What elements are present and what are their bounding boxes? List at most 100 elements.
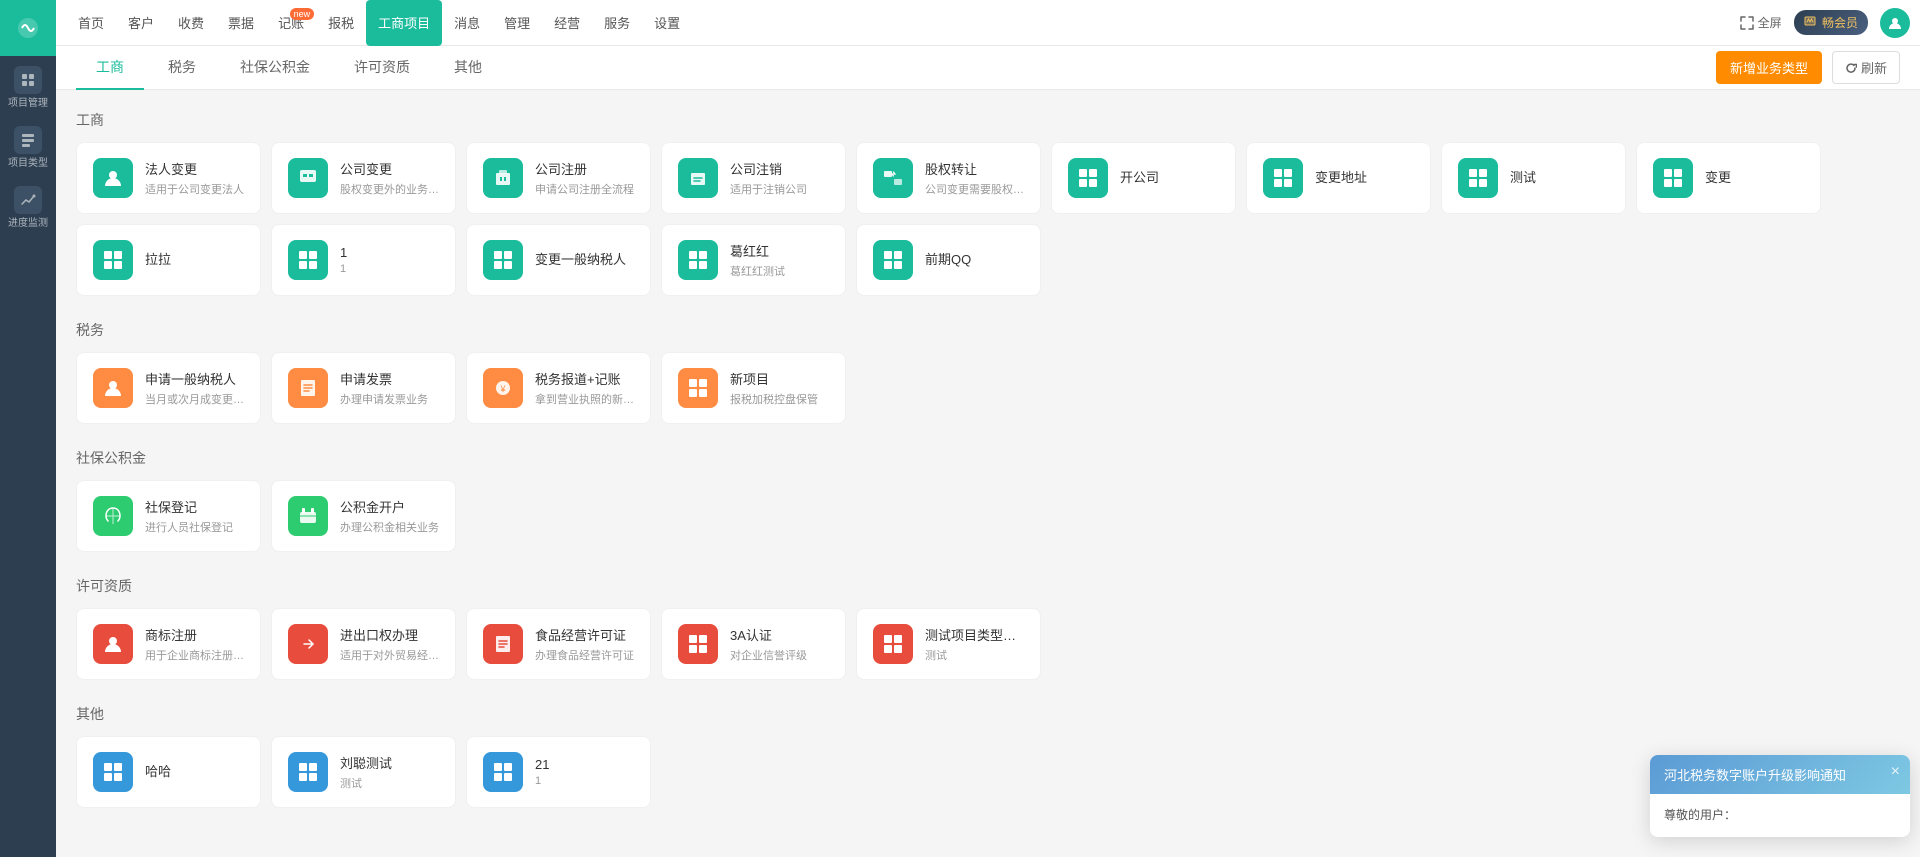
vip-button[interactable]: 畅会员 — [1794, 10, 1868, 35]
card-shenqing-納税[interactable]: 申请一般纳税人 当月或次月成变更完成 — [76, 352, 261, 424]
card-one[interactable]: 1 1 — [271, 224, 456, 296]
nav-message[interactable]: 消息 — [442, 0, 492, 46]
card-gongsi-biangeng[interactable]: 公司变更 股权变更外的业务变更 — [271, 142, 456, 214]
refresh-button[interactable]: 刷新 — [1832, 51, 1900, 84]
card-jinchugou[interactable]: 进出口权办理 适用于对外贸易经营者 — [271, 608, 456, 680]
card-shangbiao[interactable]: 商标注册 用于企业商标注册服务 — [76, 608, 261, 680]
card-desc: 公司变更需要股权转让 — [925, 181, 1024, 197]
card-faren-biangeng[interactable]: 法人变更 适用于公司变更法人 — [76, 142, 261, 214]
card-icon — [93, 752, 133, 792]
sidebar-item-progress-monitor[interactable]: 进度监测 — [0, 176, 56, 236]
card-name: 刘聪测试 — [340, 753, 439, 772]
notification-close-button[interactable]: × — [1891, 763, 1900, 781]
nav-tax[interactable]: 报税 — [316, 0, 366, 46]
svg-text:¥: ¥ — [499, 384, 506, 394]
fullscreen-icon — [1740, 16, 1754, 30]
content-area: 工商 法人变更 适用于公司变更法人 公司变更 — [56, 90, 1920, 857]
card-icon — [1263, 158, 1303, 198]
card-gongsi-zhuce[interactable]: 公司注册 申请公司注册全流程 — [466, 142, 651, 214]
card-text: 股权转让 公司变更需要股权转让 — [925, 159, 1024, 197]
other-section: 其他 哈哈 刘聪测试 测 — [76, 704, 1900, 808]
card-haha[interactable]: 哈哈 — [76, 736, 261, 808]
sidebar-item-project-type[interactable]: 项目类型 — [0, 116, 56, 176]
card-desc: 办理食品经营许可证 — [535, 647, 634, 663]
card-icon — [1653, 158, 1693, 198]
tab-shebao[interactable]: 社保公积金 — [220, 46, 330, 90]
card-new-project[interactable]: 新项目 报税加税控盘保管 — [661, 352, 846, 424]
topnav: 首页 客户 收费 票据 记账 new 报税 工商项目 消息 管理 经营 服务 设… — [56, 0, 1920, 46]
tab-xuke[interactable]: 许可资质 — [334, 46, 430, 90]
nav-customer[interactable]: 客户 — [116, 0, 166, 46]
card-text: 商标注册 用于企业商标注册服务 — [145, 625, 244, 663]
card-21[interactable]: 21 1 — [466, 736, 651, 808]
card-shenqing-fapiao[interactable]: 申请发票 办理申请发票业务 — [271, 352, 456, 424]
nav-accounting[interactable]: 记账 new — [266, 0, 316, 46]
card-biangeng-dizhi[interactable]: 变更地址 — [1246, 142, 1431, 214]
card-qianqi-qq[interactable]: 前期QQ — [856, 224, 1041, 296]
card-ceshi-define[interactable]: 测试项目类型自定义 测试 — [856, 608, 1041, 680]
card-name: 开公司 — [1120, 167, 1219, 186]
sidebar-logo[interactable] — [0, 0, 56, 56]
card-name: 变更 — [1705, 167, 1804, 186]
nav-operation[interactable]: 经营 — [542, 0, 592, 46]
card-text: 前期QQ — [925, 249, 1024, 271]
card-liucong-test[interactable]: 刘聪测试 测试 — [271, 736, 456, 808]
nav-manage[interactable]: 管理 — [492, 0, 542, 46]
card-icon — [288, 496, 328, 536]
card-shipin-xuke[interactable]: 食品经营许可证 办理食品经营许可证 — [466, 608, 651, 680]
card-name: 公积金开户 — [340, 497, 439, 516]
card-text: 哈哈 — [145, 761, 244, 783]
add-type-button[interactable]: 新增业务类型 — [1716, 51, 1822, 84]
card-name: 申请发票 — [340, 369, 439, 388]
nav-billing[interactable]: 收费 — [166, 0, 216, 46]
tab-other[interactable]: 其他 — [434, 46, 502, 90]
notification-popup: 河北税务数字账户升级影响通知 × 尊敬的用户： — [1650, 755, 1910, 837]
card-guquan-zhuanrang[interactable]: 股权转让 公司变更需要股权转让 — [856, 142, 1041, 214]
card-name: 哈哈 — [145, 761, 244, 780]
card-biangeng-納税[interactable]: 变更一般纳税人 — [466, 224, 651, 296]
card-name: 变更地址 — [1315, 167, 1414, 186]
card-text: 进出口权办理 适用于对外贸易经营者 — [340, 625, 439, 663]
card-gjj-kaihu[interactable]: 公积金开户 办理公积金相关业务 — [271, 480, 456, 552]
sidebar: 项目管理 项目类型 进度监测 — [0, 0, 56, 857]
nav-service[interactable]: 服务 — [592, 0, 642, 46]
fullscreen-btn[interactable]: 全屏 — [1740, 14, 1782, 31]
card-ceshi[interactable]: 测试 — [1441, 142, 1626, 214]
card-icon — [678, 240, 718, 280]
card-name: 新项目 — [730, 369, 829, 388]
card-name: 葛红红 — [730, 241, 829, 260]
tab-gongshang[interactable]: 工商 — [76, 46, 144, 90]
card-icon — [873, 240, 913, 280]
card-shebao-dengji[interactable]: 社保登记 进行人员社保登记 — [76, 480, 261, 552]
card-text: 变更 — [1705, 167, 1804, 189]
card-tax-jizhang[interactable]: ¥ 税务报道+记账 拿到营业执照的新公司 — [466, 352, 651, 424]
card-kai-gongsi[interactable]: 开公司 — [1051, 142, 1236, 214]
card-icon — [873, 158, 913, 198]
card-name: 前期QQ — [925, 249, 1024, 268]
user-avatar[interactable] — [1880, 8, 1910, 38]
main-area: 工商 税务 社保公积金 许可资质 其他 新增业务类型 刷新 工商 — [56, 46, 1920, 857]
nav-home[interactable]: 首页 — [66, 0, 116, 46]
project-type-icon — [14, 126, 42, 154]
card-name: 股权转让 — [925, 159, 1024, 178]
shuiwu-cards: 申请一般纳税人 当月或次月成变更完成 申请发票 办理申请发票业务 ¥ — [76, 352, 1900, 424]
card-gongsi-zhuxiao[interactable]: 公司注销 适用于注销公司 — [661, 142, 846, 214]
card-icon — [288, 368, 328, 408]
nav-bizproject[interactable]: 工商项目 — [366, 0, 442, 46]
card-text: 申请发票 办理申请发票业务 — [340, 369, 439, 407]
card-desc: 测试 — [925, 647, 1024, 663]
card-3a[interactable]: 3A认证 对企业信誉评级 — [661, 608, 846, 680]
card-desc: 办理申请发票业务 — [340, 391, 439, 407]
card-icon — [483, 624, 523, 664]
card-text: 变更地址 — [1315, 167, 1414, 189]
sidebar-item-label: 进度监测 — [8, 218, 48, 230]
card-biangeng2[interactable]: 变更 — [1636, 142, 1821, 214]
card-name: 3A认证 — [730, 625, 829, 644]
card-text: 法人变更 适用于公司变更法人 — [145, 159, 244, 197]
tab-shuiwu[interactable]: 税务 — [148, 46, 216, 90]
nav-invoice[interactable]: 票据 — [216, 0, 266, 46]
sidebar-item-project-mgmt[interactable]: 项目管理 — [0, 56, 56, 116]
nav-settings[interactable]: 设置 — [642, 0, 692, 46]
card-lala[interactable]: 拉拉 — [76, 224, 261, 296]
card-gehonghong[interactable]: 葛红红 葛红红测试 — [661, 224, 846, 296]
